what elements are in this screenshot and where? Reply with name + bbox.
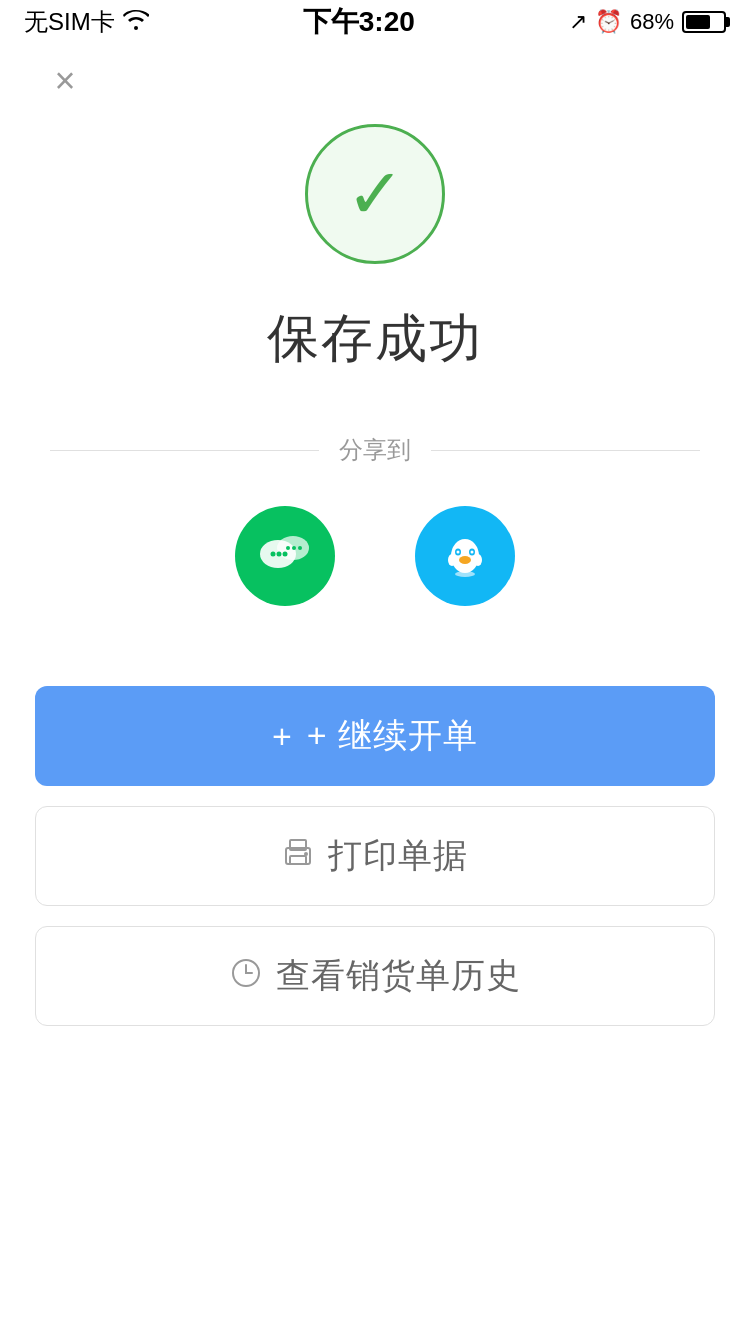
main-content: ✓ 保存成功 分享到 xyxy=(0,44,750,1026)
print-label: 打印单据 xyxy=(328,833,468,879)
carrier-text: 无SIM卡 xyxy=(24,6,115,38)
battery-percent: 68% xyxy=(630,9,674,35)
wechat-share-button[interactable] xyxy=(235,506,335,606)
wifi-icon xyxy=(123,10,149,35)
plus-icon: + xyxy=(272,717,293,756)
status-time: 下午3:20 xyxy=(303,3,415,41)
location-icon: ↗ xyxy=(569,9,587,35)
qq-icon xyxy=(437,528,493,584)
qq-share-button[interactable] xyxy=(415,506,515,606)
status-bar: 无SIM卡 下午3:20 ↗ ⏰ 68% xyxy=(0,0,750,44)
close-icon: × xyxy=(54,63,75,99)
printer-icon xyxy=(282,838,314,875)
print-button[interactable]: 打印单据 xyxy=(35,806,715,906)
status-left: 无SIM卡 xyxy=(24,6,149,38)
svg-point-20 xyxy=(304,852,308,856)
svg-point-6 xyxy=(292,546,296,550)
battery-icon xyxy=(682,11,726,33)
close-button[interactable]: × xyxy=(40,56,90,106)
continue-order-label: + 继续开单 xyxy=(307,713,478,759)
svg-rect-18 xyxy=(290,856,306,864)
svg-point-7 xyxy=(298,546,302,550)
divider-line-left xyxy=(50,450,319,451)
svg-point-3 xyxy=(277,552,282,557)
svg-point-14 xyxy=(448,554,456,566)
svg-point-11 xyxy=(457,551,460,554)
continue-order-button[interactable]: + + 继续开单 xyxy=(35,686,715,786)
svg-point-4 xyxy=(283,552,288,557)
alarm-icon: ⏰ xyxy=(595,9,622,35)
success-circle: ✓ xyxy=(305,124,445,264)
share-icons xyxy=(235,506,515,606)
svg-point-12 xyxy=(471,551,474,554)
checkmark-icon: ✓ xyxy=(346,159,405,229)
history-icon xyxy=(230,957,262,996)
history-label: 查看销货单历史 xyxy=(276,953,521,999)
svg-point-15 xyxy=(474,554,482,566)
history-button[interactable]: 查看销货单历史 xyxy=(35,926,715,1026)
share-divider: 分享到 xyxy=(0,434,750,466)
svg-point-16 xyxy=(455,571,475,577)
svg-point-2 xyxy=(271,552,276,557)
success-title: 保存成功 xyxy=(267,304,483,374)
svg-point-13 xyxy=(459,556,471,564)
action-buttons: + + 继续开单 打印单据 查看销货单历史 xyxy=(35,686,715,1026)
status-right: ↗ ⏰ 68% xyxy=(569,9,726,35)
svg-point-5 xyxy=(286,546,290,550)
wechat-icon xyxy=(255,526,315,586)
divider-line-right xyxy=(431,450,700,451)
share-label: 分享到 xyxy=(319,434,431,466)
